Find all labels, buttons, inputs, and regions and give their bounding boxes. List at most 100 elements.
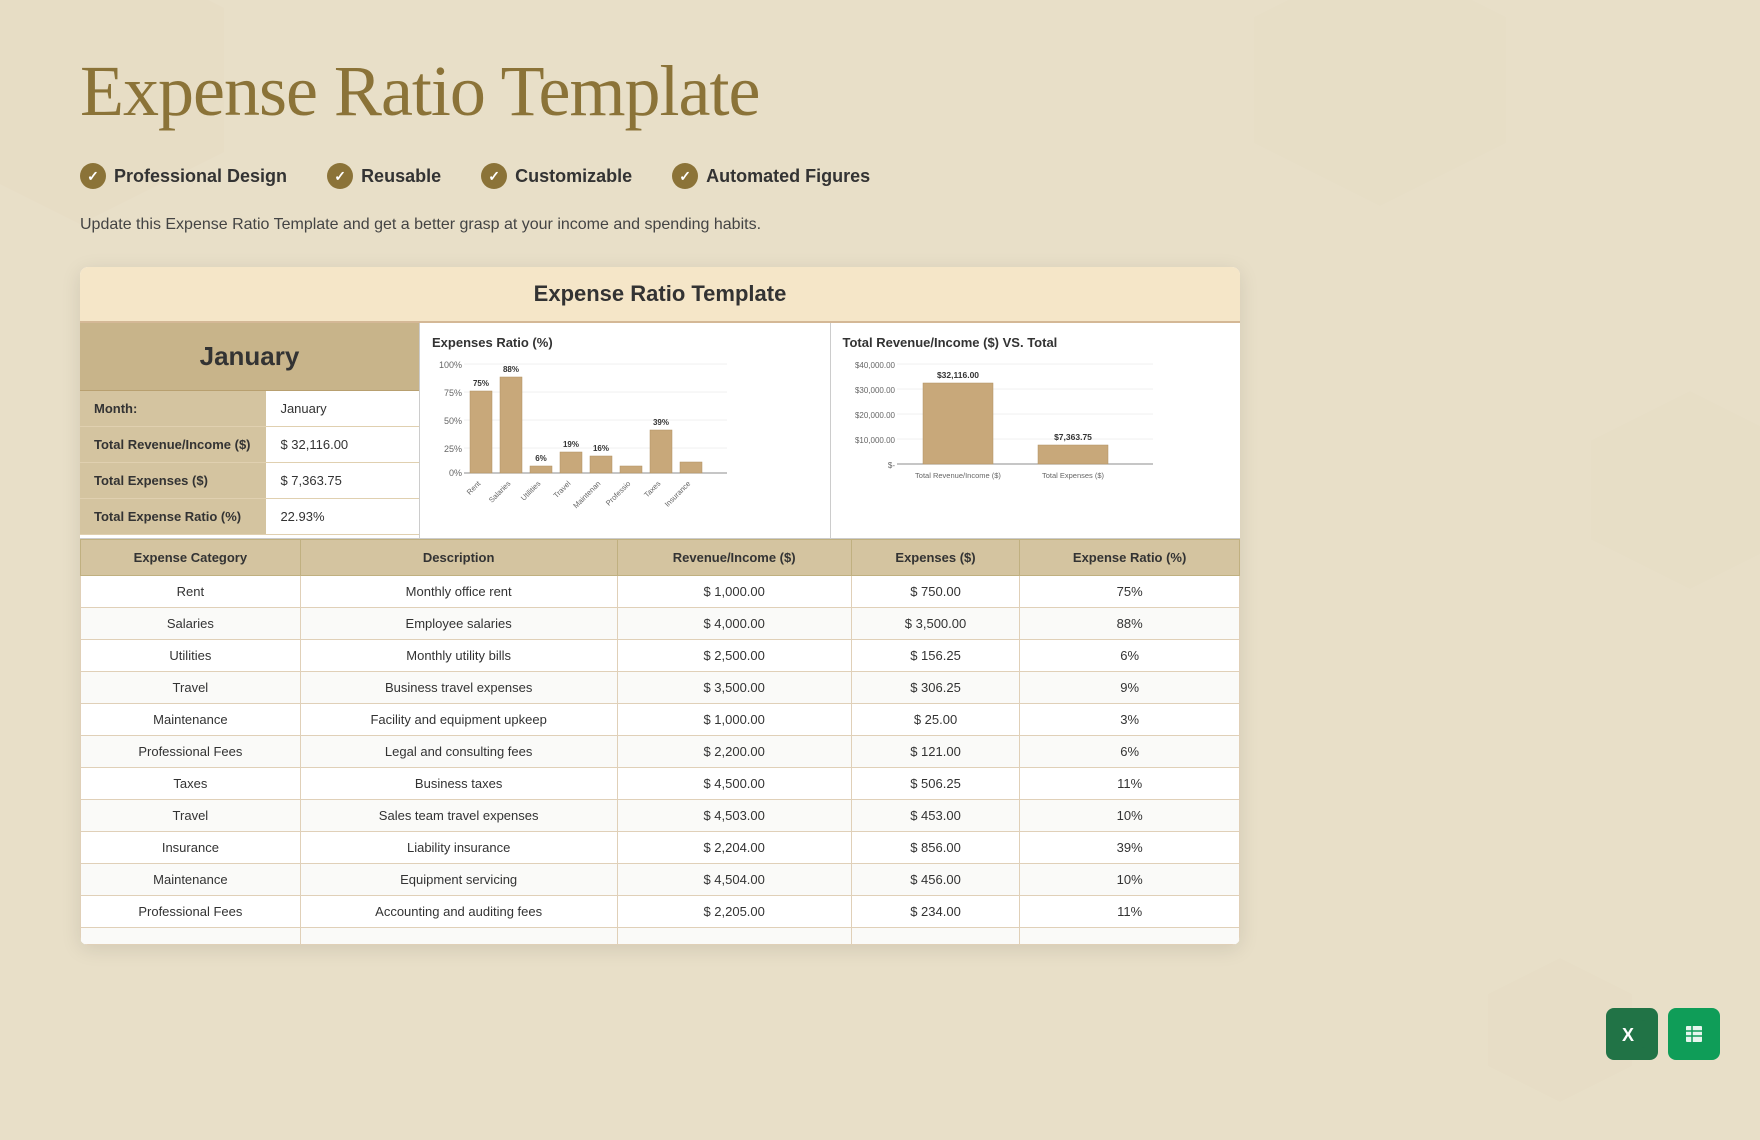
excel-icon[interactable]: X — [1606, 1008, 1658, 1060]
table-cell-4-4: 3% — [1020, 704, 1240, 736]
svg-text:$10,000.00: $10,000.00 — [854, 436, 895, 445]
page-title: Expense Ratio Template — [80, 50, 1680, 133]
table-cell-4-0: Maintenance — [81, 704, 301, 736]
svg-text:$7,363.75: $7,363.75 — [1054, 432, 1092, 442]
table-cell-9-2: $ 4,504.00 — [617, 864, 851, 896]
svg-text:$20,000.00: $20,000.00 — [854, 411, 895, 420]
table-cell-8-0: Insurance — [81, 832, 301, 864]
table-cell-7-3: $ 453.00 — [851, 800, 1019, 832]
table-cell-6-1: Business taxes — [300, 768, 617, 800]
summary-value-revenue: $ 32,116.00 — [266, 427, 419, 463]
table-cell-9-1: Equipment servicing — [300, 864, 617, 896]
check-icon-1: ✓ — [80, 163, 106, 189]
chart1-title: Expenses Ratio (%) — [432, 335, 818, 350]
table-row: TravelSales team travel expenses$ 4,503.… — [81, 800, 1240, 832]
table-cell-10-1: Accounting and auditing fees — [300, 896, 617, 928]
table-cell-1-2: $ 4,000.00 — [617, 608, 851, 640]
card-header: Expense Ratio Template — [80, 267, 1240, 323]
svg-text:$32,116.00: $32,116.00 — [936, 370, 978, 380]
table-cell-4-2: $ 1,000.00 — [617, 704, 851, 736]
card-body: January Month: January Total Revenue/Inc… — [80, 323, 1240, 945]
table-cell-11-3 — [851, 928, 1019, 945]
table-cell-1-3: $ 3,500.00 — [851, 608, 1019, 640]
feature-label-3: Customizable — [515, 166, 632, 187]
table-cell-11-1 — [300, 928, 617, 945]
col-header-revenue: Revenue/Income ($) — [617, 540, 851, 576]
check-icon-2: ✓ — [327, 163, 353, 189]
features-row: ✓ Professional Design ✓ Reusable ✓ Custo… — [80, 163, 1680, 189]
table-cell-1-1: Employee salaries — [300, 608, 617, 640]
table-cell-5-3: $ 121.00 — [851, 736, 1019, 768]
sheets-icon[interactable] — [1668, 1008, 1720, 1060]
feature-customizable: ✓ Customizable — [481, 163, 632, 189]
table-cell-3-1: Business travel expenses — [300, 672, 617, 704]
table-cell-5-0: Professional Fees — [81, 736, 301, 768]
table-cell-8-3: $ 856.00 — [851, 832, 1019, 864]
svg-text:Travel: Travel — [552, 479, 573, 500]
table-cell-6-2: $ 4,500.00 — [617, 768, 851, 800]
table-row: UtilitiesMonthly utility bills$ 2,500.00… — [81, 640, 1240, 672]
bar-chart-1-svg: 100% 75% 50% 25% 0% — [432, 356, 732, 511]
col-header-description: Description — [300, 540, 617, 576]
expense-ratio-chart: 100% 75% 50% 25% 0% — [432, 356, 818, 526]
feature-reusable: ✓ Reusable — [327, 163, 441, 189]
svg-text:75%: 75% — [473, 379, 489, 388]
svg-text:Rent: Rent — [465, 478, 483, 496]
svg-text:50%: 50% — [444, 416, 462, 426]
table-cell-0-4: 75% — [1020, 576, 1240, 608]
summary-title: January — [80, 323, 419, 391]
svg-text:Insurance: Insurance — [663, 479, 693, 509]
table-cell-5-4: 6% — [1020, 736, 1240, 768]
table-cell-6-4: 11% — [1020, 768, 1240, 800]
check-icon-3: ✓ — [481, 163, 507, 189]
bar-chart-2-svg: $40,000.00 $30,000.00 $20,000.00 $10,000… — [843, 356, 1173, 511]
col-header-category: Expense Category — [81, 540, 301, 576]
table-cell-4-1: Facility and equipment upkeep — [300, 704, 617, 736]
summary-value-ratio: 22.93% — [266, 499, 419, 535]
table-cell-6-3: $ 506.25 — [851, 768, 1019, 800]
summary-label-month: Month: — [80, 391, 266, 427]
data-table: Expense Category Description Revenue/Inc… — [80, 539, 1240, 945]
svg-text:39%: 39% — [653, 418, 669, 427]
table-row — [81, 928, 1240, 945]
table-cell-8-2: $ 2,204.00 — [617, 832, 851, 864]
table-cell-7-0: Travel — [81, 800, 301, 832]
table-cell-10-2: $ 2,205.00 — [617, 896, 851, 928]
table-row: MaintenanceEquipment servicing$ 4,504.00… — [81, 864, 1240, 896]
svg-text:6%: 6% — [535, 454, 547, 463]
svg-text:Total Revenue/Income ($): Total Revenue/Income ($) — [915, 471, 1001, 480]
svg-text:100%: 100% — [439, 360, 462, 370]
table-row: TravelBusiness travel expenses$ 3,500.00… — [81, 672, 1240, 704]
svg-text:Utilities: Utilities — [519, 479, 543, 503]
table-cell-7-1: Sales team travel expenses — [300, 800, 617, 832]
svg-text:16%: 16% — [593, 444, 609, 453]
table-row: SalariesEmployee salaries$ 4,000.00$ 3,5… — [81, 608, 1240, 640]
table-row: Professional FeesLegal and consulting fe… — [81, 736, 1240, 768]
feature-professional: ✓ Professional Design — [80, 163, 287, 189]
table-cell-11-4 — [1020, 928, 1240, 945]
feature-label-4: Automated Figures — [706, 166, 870, 187]
svg-text:$40,000.00: $40,000.00 — [854, 361, 895, 370]
table-cell-9-0: Maintenance — [81, 864, 301, 896]
table-cell-9-3: $ 456.00 — [851, 864, 1019, 896]
table-cell-10-3: $ 234.00 — [851, 896, 1019, 928]
table-cell-3-0: Travel — [81, 672, 301, 704]
table-cell-2-3: $ 156.25 — [851, 640, 1019, 672]
svg-text:75%: 75% — [444, 388, 462, 398]
table-cell-10-4: 11% — [1020, 896, 1240, 928]
summary-value-expenses: $ 7,363.75 — [266, 463, 419, 499]
summary-row-revenue: Total Revenue/Income ($) $ 32,116.00 — [80, 427, 419, 463]
svg-text:Total Expenses ($): Total Expenses ($) — [1041, 471, 1104, 480]
table-cell-5-2: $ 2,200.00 — [617, 736, 851, 768]
col-header-ratio: Expense Ratio (%) — [1020, 540, 1240, 576]
table-cell-3-3: $ 306.25 — [851, 672, 1019, 704]
app-icons: X — [1606, 1008, 1720, 1060]
table-cell-5-1: Legal and consulting fees — [300, 736, 617, 768]
svg-text:X: X — [1622, 1025, 1634, 1045]
table-cell-9-4: 10% — [1020, 864, 1240, 896]
template-card: Expense Ratio Template January Month: Ja… — [80, 267, 1240, 945]
top-section: January Month: January Total Revenue/Inc… — [80, 323, 1240, 539]
table-cell-2-4: 6% — [1020, 640, 1240, 672]
page-description: Update this Expense Ratio Template and g… — [80, 213, 1680, 237]
table-cell-2-0: Utilities — [81, 640, 301, 672]
